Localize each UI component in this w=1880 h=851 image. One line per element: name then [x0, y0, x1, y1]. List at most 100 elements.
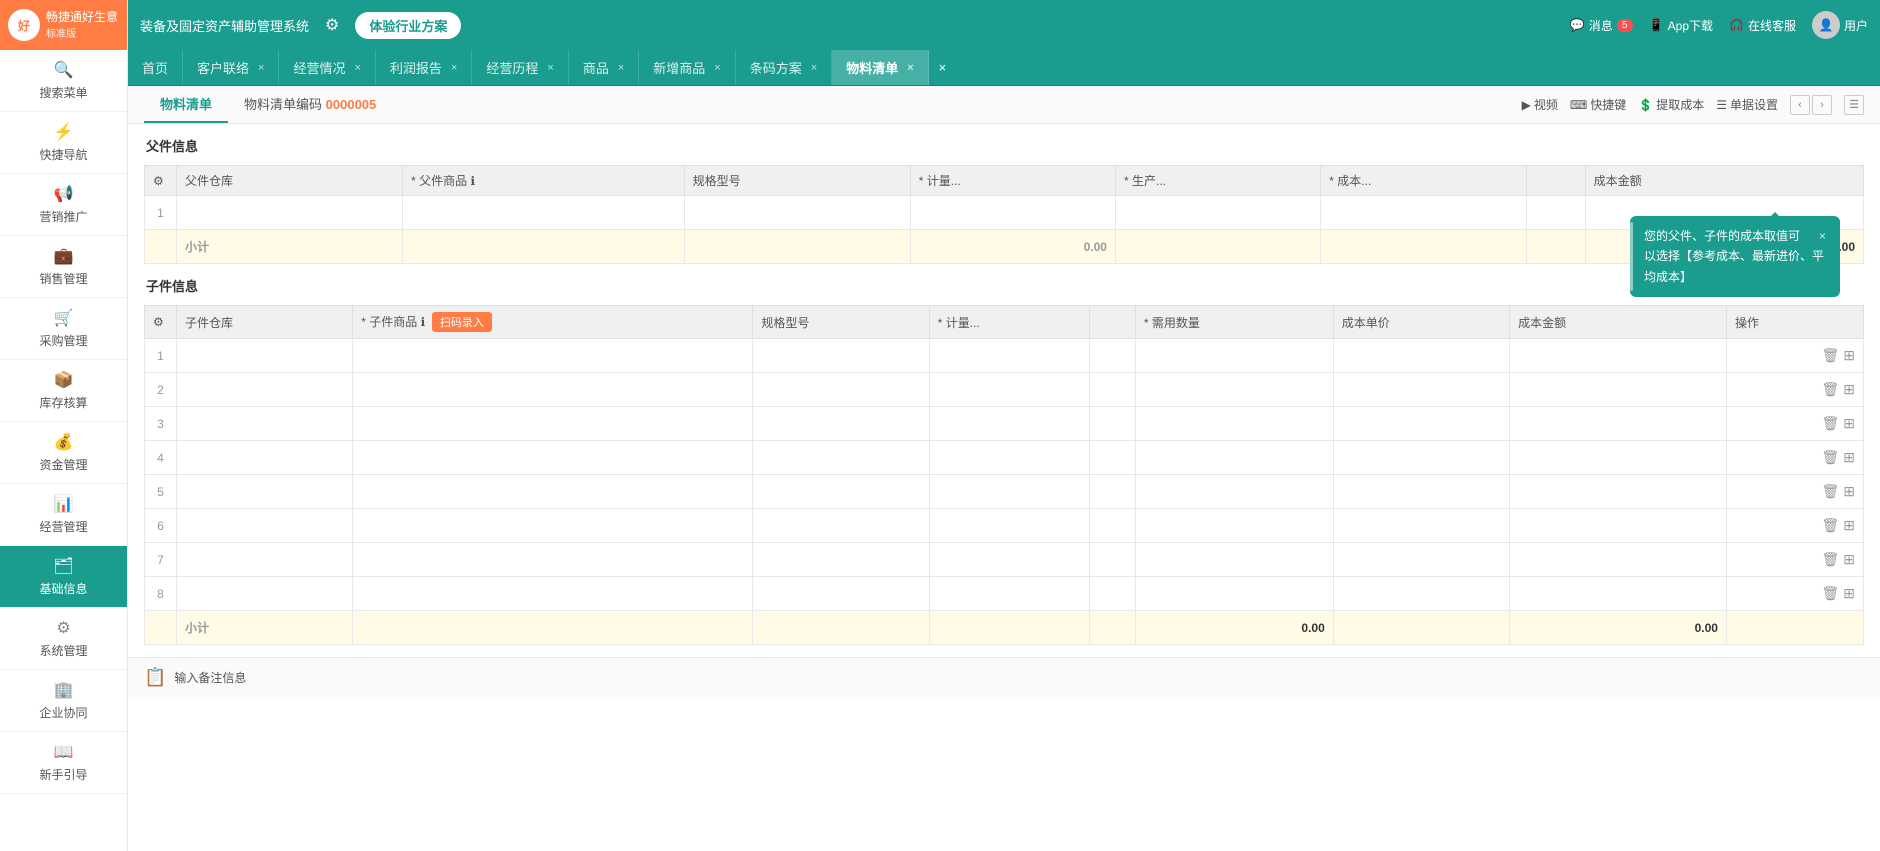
child-spec-6[interactable]	[753, 509, 929, 543]
close-all-tabs[interactable]: ×	[929, 60, 957, 75]
delete-icon-4[interactable]: 🗑	[1821, 449, 1839, 466]
copy-icon-4[interactable]: ⊞	[1843, 449, 1855, 466]
nav-tab-operations_history[interactable]: 经营历程×	[472, 50, 568, 85]
tab-close-barcode[interactable]: ×	[811, 62, 817, 74]
nav-tab-home[interactable]: 首页	[128, 50, 183, 85]
tab-close-operations_status[interactable]: ×	[354, 62, 360, 74]
sidebar-item-guide[interactable]: 📖新手引导	[0, 732, 127, 794]
child-qty-1[interactable]	[929, 339, 1089, 373]
delete-icon-3[interactable]: 🗑	[1821, 415, 1839, 432]
parent-cost-1[interactable]	[1321, 196, 1526, 230]
nav-tab-operations_status[interactable]: 经营情况×	[279, 50, 375, 85]
shortcut-action[interactable]: ⌨ 快捷键	[1570, 96, 1626, 113]
child-spec-8[interactable]	[753, 577, 929, 611]
next-arrow[interactable]: ›	[1812, 95, 1832, 115]
user-action[interactable]: 👤 用户	[1812, 11, 1868, 39]
child-spec-1[interactable]	[753, 339, 929, 373]
copy-icon-8[interactable]: ⊞	[1843, 585, 1855, 602]
sidebar-item-inventory[interactable]: 📦库存核算	[0, 360, 127, 422]
parent-goods-1[interactable]	[403, 196, 684, 230]
child-goods-4[interactable]	[353, 441, 753, 475]
child-warehouse-6[interactable]	[177, 509, 353, 543]
copy-icon-2[interactable]: ⊞	[1843, 381, 1855, 398]
child-cost-unit-7[interactable]	[1333, 543, 1509, 577]
sidebar-item-nav[interactable]: ⚡快捷导航	[0, 112, 127, 174]
child-warehouse-1[interactable]	[177, 339, 353, 373]
child-goods-3[interactable]	[353, 407, 753, 441]
nav-tab-bom[interactable]: 物料清单×	[832, 50, 928, 85]
tab-close-operations_history[interactable]: ×	[547, 62, 553, 74]
doc-settings-action[interactable]: ☰ 单据设置	[1716, 96, 1778, 113]
tab-close-bom[interactable]: ×	[907, 62, 913, 74]
child-spec-3[interactable]	[753, 407, 929, 441]
child-qty-2[interactable]	[929, 373, 1089, 407]
child-spec-4[interactable]	[753, 441, 929, 475]
app-download-action[interactable]: 📱 App下载	[1649, 17, 1713, 34]
child-cost-unit-3[interactable]	[1333, 407, 1509, 441]
message-action[interactable]: 💬 消息 5	[1570, 17, 1633, 34]
child-qty-needed-6[interactable]	[1135, 509, 1333, 543]
sidebar-item-system[interactable]: ⚙系统管理	[0, 608, 127, 670]
child-cost-unit-2[interactable]	[1333, 373, 1509, 407]
nav-tab-customer[interactable]: 客户联络×	[183, 50, 279, 85]
child-goods-5[interactable]	[353, 475, 753, 509]
cost-extract-action[interactable]: 💲 提取成本	[1638, 96, 1704, 113]
child-cost-unit-1[interactable]	[1333, 339, 1509, 373]
child-qty-8[interactable]	[929, 577, 1089, 611]
child-qty-6[interactable]	[929, 509, 1089, 543]
copy-icon-5[interactable]: ⊞	[1843, 483, 1855, 500]
nav-tab-barcode[interactable]: 条码方案×	[736, 50, 832, 85]
child-goods-7[interactable]	[353, 543, 753, 577]
parent-qty-1[interactable]	[910, 196, 1115, 230]
scan-button[interactable]: 扫码录入	[432, 312, 492, 332]
tab-bom-list[interactable]: 物料清单	[144, 86, 228, 123]
tab-close-customer[interactable]: ×	[258, 62, 264, 74]
child-warehouse-7[interactable]	[177, 543, 353, 577]
child-warehouse-3[interactable]	[177, 407, 353, 441]
child-qty-needed-3[interactable]	[1135, 407, 1333, 441]
note-label[interactable]: 输入备注信息	[174, 669, 246, 686]
copy-icon-1[interactable]: ⊞	[1843, 347, 1855, 364]
parent-spec-1[interactable]	[684, 196, 910, 230]
child-warehouse-8[interactable]	[177, 577, 353, 611]
delete-icon-1[interactable]: 🗑	[1821, 347, 1839, 364]
child-cost-unit-4[interactable]	[1333, 441, 1509, 475]
child-goods-6[interactable]	[353, 509, 753, 543]
video-action[interactable]: ▶ 视频	[1522, 96, 1558, 113]
list-view-icon[interactable]: ☰	[1844, 95, 1864, 115]
settings-icon[interactable]: ⚙	[325, 15, 339, 35]
sidebar-item-marketing[interactable]: 📢营销推广	[0, 174, 127, 236]
nav-tab-goods[interactable]: 商品×	[569, 50, 639, 85]
copy-icon-6[interactable]: ⊞	[1843, 517, 1855, 534]
nav-tab-new_goods[interactable]: 新增商品×	[639, 50, 735, 85]
parent-warehouse-1[interactable]	[177, 196, 403, 230]
tooltip-close-button[interactable]: ×	[1819, 226, 1826, 246]
nav-tab-profit_report[interactable]: 利润报告×	[376, 50, 472, 85]
parent-production-1[interactable]	[1115, 196, 1320, 230]
delete-icon-6[interactable]: 🗑	[1821, 517, 1839, 534]
tab-bom-code[interactable]: 物料清单编码 0000005	[228, 86, 392, 123]
child-spec-5[interactable]	[753, 475, 929, 509]
child-cost-unit-5[interactable]	[1333, 475, 1509, 509]
delete-icon-5[interactable]: 🗑	[1821, 483, 1839, 500]
sidebar-item-enterprise[interactable]: 🏢企业协同	[0, 670, 127, 732]
delete-icon-2[interactable]: 🗑	[1821, 381, 1839, 398]
child-qty-5[interactable]	[929, 475, 1089, 509]
prev-arrow[interactable]: ‹	[1790, 95, 1810, 115]
child-qty-4[interactable]	[929, 441, 1089, 475]
sidebar-item-operations[interactable]: 📊经营管理	[0, 484, 127, 546]
child-warehouse-4[interactable]	[177, 441, 353, 475]
sidebar-item-finance[interactable]: 💰资金管理	[0, 422, 127, 484]
child-qty-7[interactable]	[929, 543, 1089, 577]
sidebar-item-sales[interactable]: 💼销售管理	[0, 236, 127, 298]
child-goods-1[interactable]	[353, 339, 753, 373]
th-parent-settings[interactable]: ⚙	[145, 166, 177, 196]
child-warehouse-2[interactable]	[177, 373, 353, 407]
child-cost-unit-8[interactable]	[1333, 577, 1509, 611]
child-goods-8[interactable]	[353, 577, 753, 611]
copy-icon-7[interactable]: ⊞	[1843, 551, 1855, 568]
tab-close-new_goods[interactable]: ×	[714, 62, 720, 74]
sidebar-item-purchase[interactable]: 🛒采购管理	[0, 298, 127, 360]
trial-button[interactable]: 体验行业方案	[355, 12, 461, 39]
child-spec-2[interactable]	[753, 373, 929, 407]
